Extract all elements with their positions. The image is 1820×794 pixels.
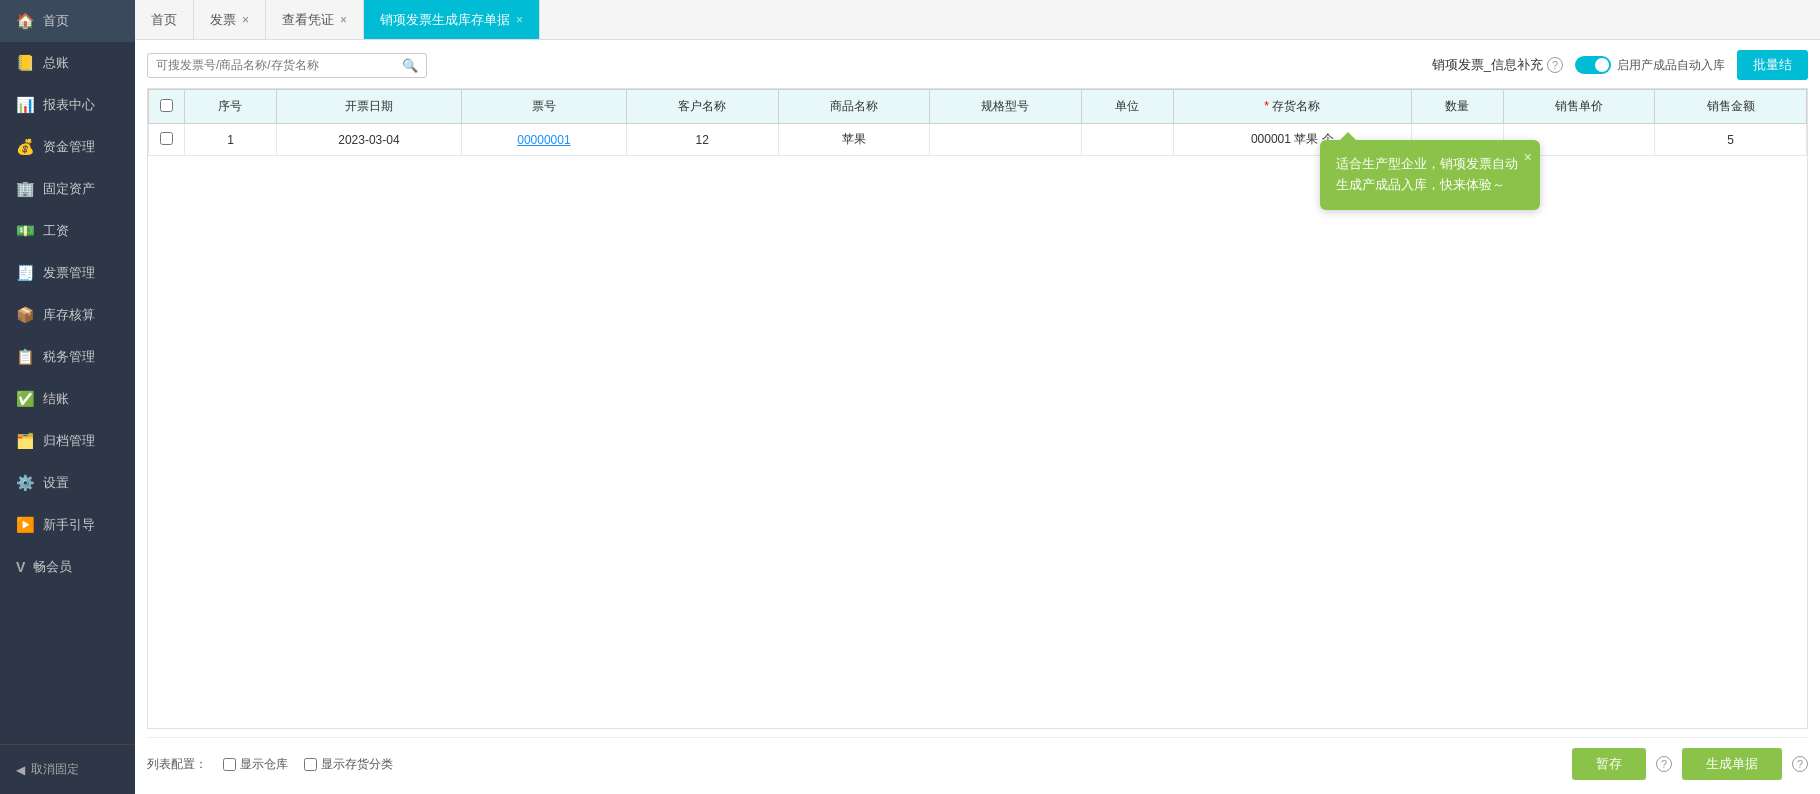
show-warehouse-label[interactable]: 显示仓库 <box>223 756 288 773</box>
sidebar-item-ledger[interactable]: 📒 总账 <box>0 42 135 84</box>
generate-help-icon[interactable]: ? <box>1792 756 1808 772</box>
col-price-check: 销售单价 <box>1503 90 1655 124</box>
sidebar-item-settle[interactable]: ✅ 结账 <box>0 378 135 420</box>
search-input[interactable] <box>156 58 398 72</box>
table-row: 1 2023-03-04 00000001 12 苹果 000001 苹果 个 … <box>149 124 1807 156</box>
funds-icon: 💰 <box>16 138 35 156</box>
col-spec: 规格型号 <box>930 90 1082 124</box>
table-header-row: 序号 开票日期 票号 客户名称 商品名称 规格型号 单位 * 存货名称 数量 销… <box>149 90 1807 124</box>
sidebar-bottom: ◀ 取消固定 <box>0 744 135 794</box>
select-all-checkbox[interactable] <box>160 99 173 112</box>
col-inventory: * 存货名称 <box>1173 90 1411 124</box>
tab-bar: 首页 发票 × 查看凭证 × 销项发票生成库存单据 × <box>135 0 1820 40</box>
bottom-right: 暂存 ? 生成单据 ? <box>1572 748 1808 780</box>
row-date: 2023-03-04 <box>276 124 461 156</box>
save-button[interactable]: 暂存 <box>1572 748 1646 780</box>
tab-cancel-invoice[interactable]: 销项发票生成库存单据 × <box>364 0 540 39</box>
sidebar-item-invoice-mgmt[interactable]: 🧾 发票管理 <box>0 252 135 294</box>
col-unit: 单位 <box>1081 90 1173 124</box>
invoice-mgmt-icon: 🧾 <box>16 264 35 282</box>
show-warehouse-checkbox[interactable] <box>223 758 236 771</box>
batch-button[interactable]: 批量结 <box>1737 50 1808 80</box>
sidebar-item-home[interactable]: 🏠 首页 <box>0 0 135 42</box>
content-area: 🔍 销项发票_信息补充 ? 启用产成品自动入库 批量结 <box>135 40 1820 794</box>
row-product: 苹果 <box>778 124 930 156</box>
wage-icon: 💵 <box>16 222 35 240</box>
col-num: 票号 <box>461 90 626 124</box>
tab-invoice[interactable]: 发票 × <box>194 0 266 39</box>
top-right: 销项发票_信息补充 ? 启用产成品自动入库 批量结 <box>1432 50 1808 80</box>
sidebar-item-assets[interactable]: 🏢 固定资产 <box>0 168 135 210</box>
tab-invoice-close[interactable]: × <box>242 13 249 27</box>
sidebar-item-inventory[interactable]: 📦 库存核算 <box>0 294 135 336</box>
col-amount: 销售金额 <box>1655 90 1807 124</box>
row-spec <box>930 124 1082 156</box>
top-bar: 🔍 销项发票_信息补充 ? 启用产成品自动入库 批量结 <box>147 50 1808 80</box>
row-num[interactable]: 00000001 <box>461 124 626 156</box>
info-help-icon[interactable]: ? <box>1547 57 1563 73</box>
table-wrapper: 序号 开票日期 票号 客户名称 商品名称 规格型号 单位 * 存货名称 数量 销… <box>147 88 1808 729</box>
col-checkbox[interactable] <box>149 90 185 124</box>
sidebar-item-archive[interactable]: 🗂️ 归档管理 <box>0 420 135 462</box>
toggle-area: 启用产成品自动入库 <box>1575 56 1725 74</box>
vip-icon: V <box>16 559 25 575</box>
left-arrow-icon: ◀ <box>16 763 25 777</box>
sidebar-item-funds[interactable]: 💰 资金管理 <box>0 126 135 168</box>
sidebar: 🏠 首页 📒 总账 📊 报表中心 💰 资金管理 🏢 固定资产 💵 工资 🧾 发票… <box>0 0 135 794</box>
inventory-icon: 📦 <box>16 306 35 324</box>
ledger-icon: 📒 <box>16 54 35 72</box>
show-category-checkbox[interactable] <box>304 758 317 771</box>
search-icon: 🔍 <box>402 58 418 73</box>
report-icon: 📊 <box>16 96 35 114</box>
cancel-fixed-btn[interactable]: ◀ 取消固定 <box>0 753 135 786</box>
show-category-label[interactable]: 显示存货分类 <box>304 756 393 773</box>
newbie-icon: ▶️ <box>16 516 35 534</box>
tab-home[interactable]: 首页 <box>135 0 194 39</box>
col-qty: 数量 <box>1411 90 1503 124</box>
settle-icon: ✅ <box>16 390 35 408</box>
tab-voucher-close[interactable]: × <box>340 13 347 27</box>
main-content: 首页 发票 × 查看凭证 × 销项发票生成库存单据 × 🔍 销项发票_信息补充 <box>135 0 1820 794</box>
row-checkbox-cell[interactable] <box>149 124 185 156</box>
data-table: 序号 开票日期 票号 客户名称 商品名称 规格型号 单位 * 存货名称 数量 销… <box>148 89 1807 156</box>
tooltip-close-btn[interactable]: × <box>1524 146 1532 168</box>
row-customer: 12 <box>626 124 778 156</box>
sidebar-item-vip[interactable]: V 畅会员 <box>0 546 135 588</box>
sidebar-item-tax[interactable]: 📋 税务管理 <box>0 336 135 378</box>
row-checkbox[interactable] <box>160 132 173 145</box>
sidebar-item-report[interactable]: 📊 报表中心 <box>0 84 135 126</box>
col-seq: 序号 <box>185 90 277 124</box>
save-help-icon[interactable]: ? <box>1656 756 1672 772</box>
search-box[interactable]: 🔍 <box>147 53 427 78</box>
tab-cancel-invoice-close[interactable]: × <box>516 13 523 27</box>
settings-icon: ⚙️ <box>16 474 35 492</box>
col-product: 商品名称 <box>778 90 930 124</box>
generate-button[interactable]: 生成单据 <box>1682 748 1782 780</box>
info-label: 销项发票_信息补充 ? <box>1432 56 1563 74</box>
home-icon: 🏠 <box>16 12 35 30</box>
sidebar-item-settings[interactable]: ⚙️ 设置 <box>0 462 135 504</box>
bottom-bar: 列表配置： 显示仓库 显示存货分类 暂存 ? 生成单据 ? <box>147 737 1808 784</box>
sidebar-item-newbie[interactable]: ▶️ 新手引导 <box>0 504 135 546</box>
sidebar-item-wage[interactable]: 💵 工资 <box>0 210 135 252</box>
tax-icon: 📋 <box>16 348 35 366</box>
required-star: * <box>1264 99 1269 113</box>
row-unit <box>1081 124 1173 156</box>
auto-warehouse-toggle[interactable] <box>1575 56 1611 74</box>
tab-voucher[interactable]: 查看凭证 × <box>266 0 364 39</box>
col-customer: 客户名称 <box>626 90 778 124</box>
list-config-label: 列表配置： <box>147 756 207 773</box>
row-amount: 5 <box>1655 124 1807 156</box>
tooltip-popup: × 适合生产型企业，销项发票自动生成产成品入库，快来体验～ <box>1320 140 1540 210</box>
col-date: 开票日期 <box>276 90 461 124</box>
archive-icon: 🗂️ <box>16 432 35 450</box>
row-seq: 1 <box>185 124 277 156</box>
assets-icon: 🏢 <box>16 180 35 198</box>
